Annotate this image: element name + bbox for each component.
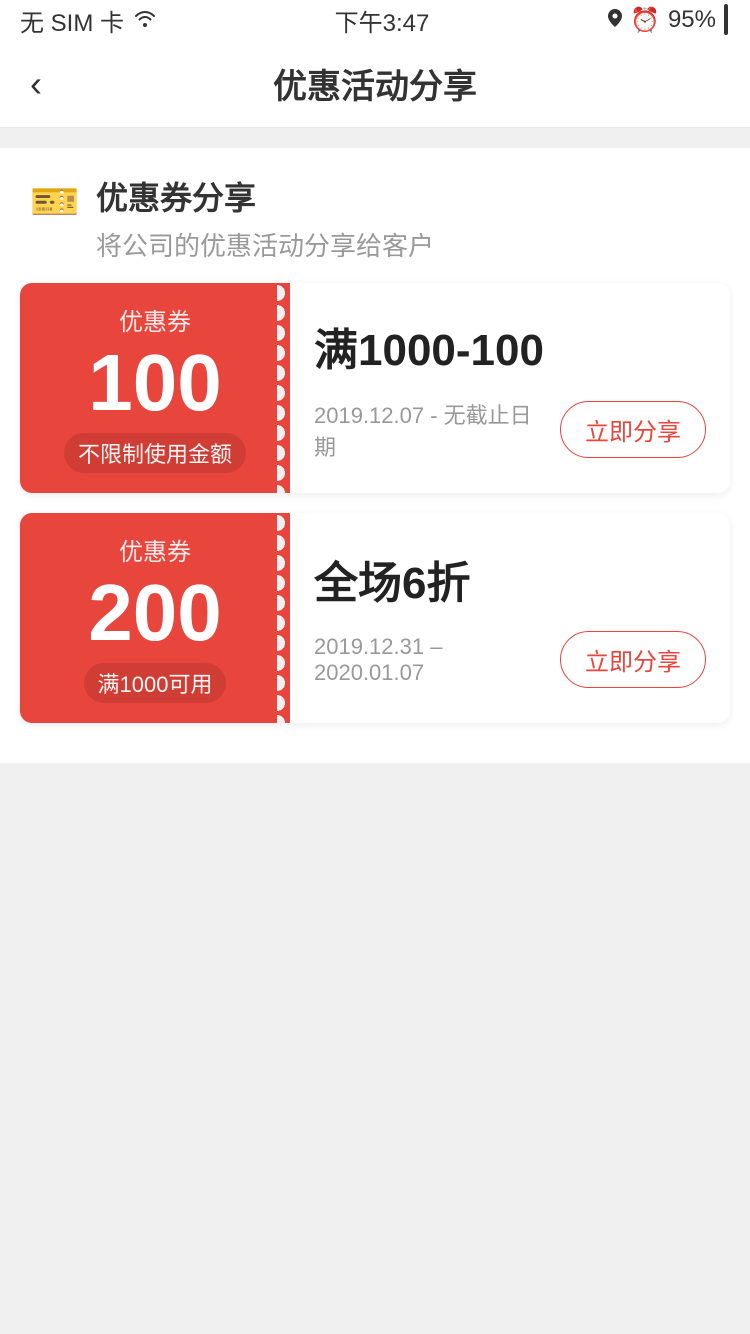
coupon-share-button-2[interactable]: 立即分享	[560, 631, 706, 688]
location-icon	[608, 6, 622, 34]
coupon-label-2: 优惠券	[119, 532, 191, 567]
coupon-share-icon: 🎫	[30, 178, 80, 228]
coupon-condition-2: 满1000可用	[84, 663, 227, 703]
section-divider-top	[0, 128, 750, 148]
coupon-right-1: 满1000-100 2019.12.07 - 无截止日期 立即分享	[290, 283, 730, 493]
empty-area	[0, 763, 750, 1263]
coupon-card-2: 优惠券 200 满1000可用 全场6折 2019.12.31 – 2020.0…	[20, 513, 730, 723]
coupon-condition-1: 不限制使用金额	[64, 433, 246, 473]
coupon-meta-2: 2019.12.31 – 2020.01.07 立即分享	[314, 631, 706, 688]
nav-bar: ‹ 优惠活动分享	[0, 40, 750, 128]
back-chevron-icon: ‹	[30, 63, 42, 105]
coupon-left-1: 优惠券 100 不限制使用金额	[20, 283, 290, 493]
section-title: 优惠券分享	[96, 178, 434, 220]
coupon-share-button-1[interactable]: 立即分享	[560, 401, 706, 458]
coupon-amount-2: 200	[88, 573, 221, 653]
coupon-date-1: 2019.12.07 - 无截止日期	[314, 398, 550, 462]
coupon-left-2: 优惠券 200 满1000可用	[20, 513, 290, 723]
coupon-name-2: 全场6折	[314, 547, 706, 611]
no-sim-label: 无 SIM 卡	[20, 3, 124, 38]
back-button[interactable]: ‹	[30, 63, 42, 105]
section-header: 🎫 优惠券分享 将公司的优惠活动分享给客户	[0, 148, 750, 283]
status-left: 无 SIM 卡	[20, 3, 156, 38]
status-right: ⏰ 95%	[608, 6, 730, 35]
coupon-list: 优惠券 100 不限制使用金额 满1000-100 2019.12.07 - 无…	[0, 283, 750, 763]
alarm-icon: ⏰	[630, 6, 660, 35]
section-subtitle: 将公司的优惠活动分享给客户	[96, 226, 434, 263]
battery-icon	[724, 6, 730, 34]
wifi-icon	[134, 6, 156, 34]
coupon-meta-1: 2019.12.07 - 无截止日期 立即分享	[314, 398, 706, 462]
page-title: 优惠活动分享	[273, 59, 477, 108]
coupon-date-2: 2019.12.31 – 2020.01.07	[314, 634, 550, 686]
status-bar: 无 SIM 卡 下午3:47 ⏰ 95%	[0, 0, 750, 40]
status-time: 下午3:47	[335, 3, 430, 38]
coupon-amount-1: 100	[88, 343, 221, 423]
coupon-label-1: 优惠券	[119, 302, 191, 337]
coupon-right-2: 全场6折 2019.12.31 – 2020.01.07 立即分享	[290, 513, 730, 723]
battery-percent: 95%	[668, 6, 716, 34]
section-text-group: 优惠券分享 将公司的优惠活动分享给客户	[96, 178, 434, 263]
coupon-card-1: 优惠券 100 不限制使用金额 满1000-100 2019.12.07 - 无…	[20, 283, 730, 493]
coupon-name-1: 满1000-100	[314, 314, 706, 378]
